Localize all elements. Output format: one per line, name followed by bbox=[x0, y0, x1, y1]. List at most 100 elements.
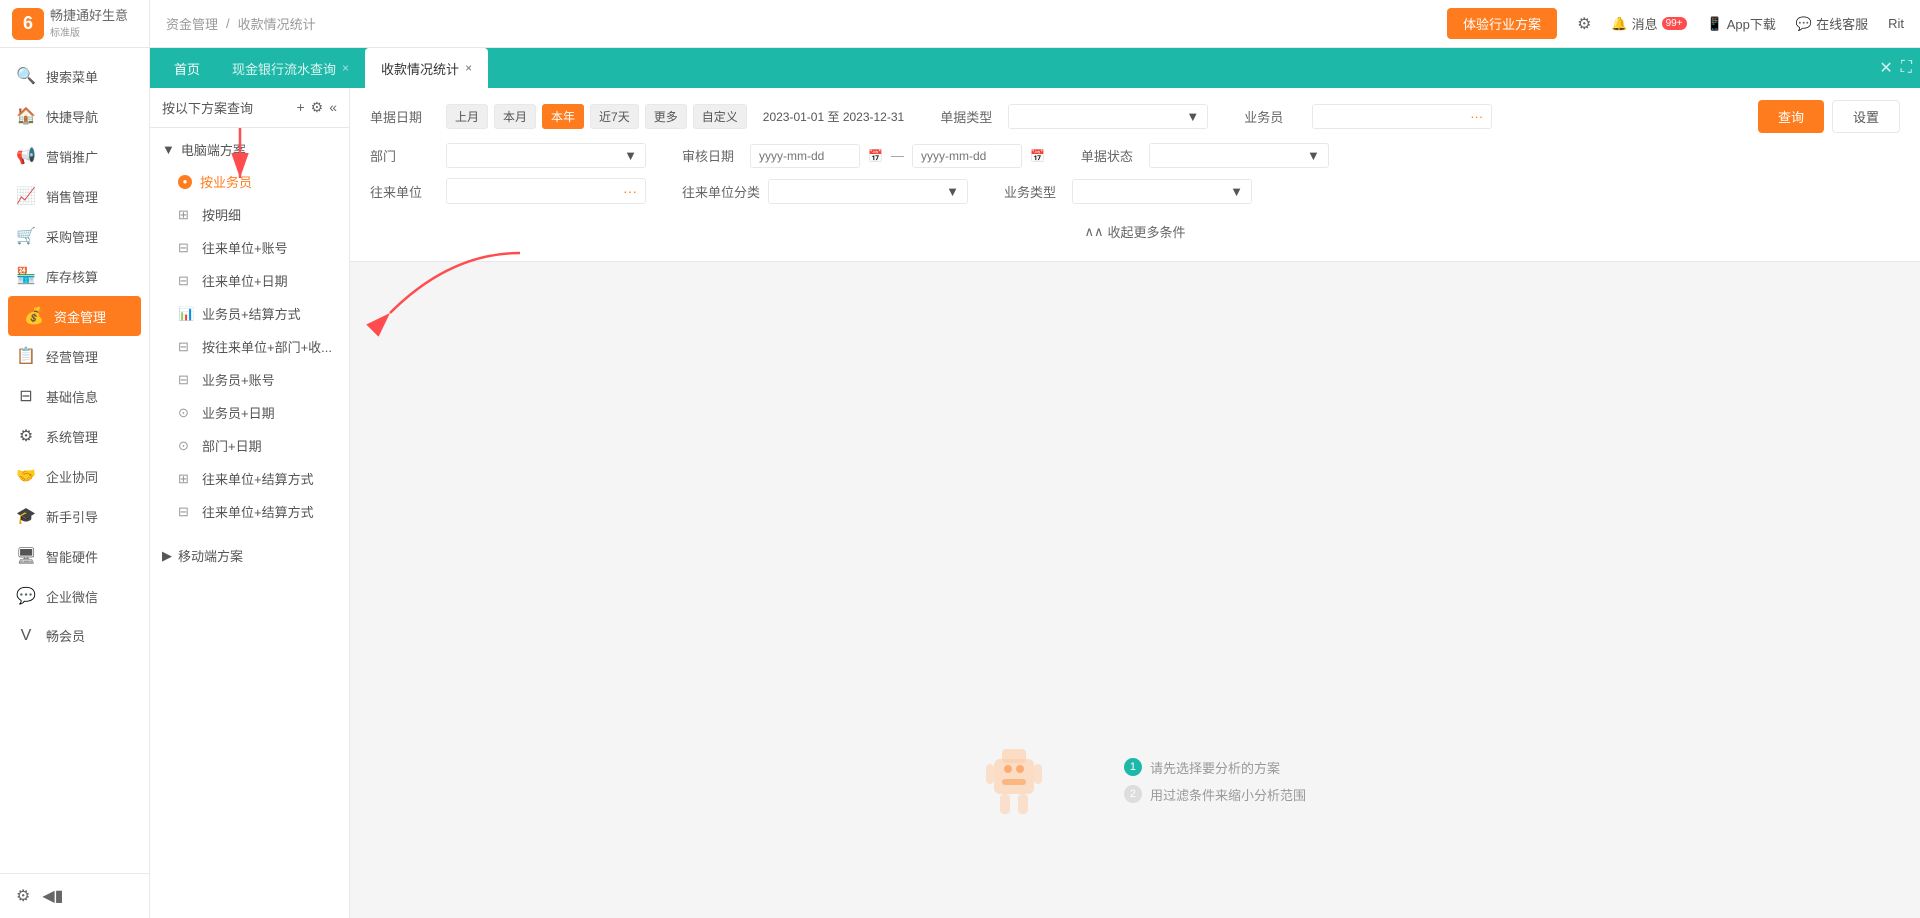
breadcrumb-item: 资金管理 bbox=[166, 14, 218, 33]
step-2-num: 2 bbox=[1124, 785, 1142, 803]
business-type-label: 业务类型 bbox=[1004, 182, 1064, 201]
tab-receipt-stats-close[interactable]: × bbox=[465, 61, 472, 75]
counterpart-settlement1-icon: ⊞ bbox=[178, 471, 194, 487]
sidebar-item-finance[interactable]: 💰 资金管理 bbox=[8, 296, 141, 336]
scheme-salesperson-account-label: 业务员+账号 bbox=[202, 370, 275, 389]
sidebar-item-search[interactable]: 🔍 搜索菜单 bbox=[0, 56, 149, 96]
counterpart-type-dropdown-icon: ▼ bbox=[946, 184, 959, 199]
desktop-group-header[interactable]: ▼ 电脑端方案 bbox=[150, 134, 349, 165]
sidebar-search-label: 搜索菜单 bbox=[46, 67, 98, 86]
scheme-by-salesperson[interactable]: ● 按业务员 bbox=[150, 165, 349, 198]
sidebar-inventory-label: 库存核算 bbox=[46, 267, 98, 286]
cal-icon-2: 📅 bbox=[1030, 149, 1045, 163]
sidebar-marketing-label: 营销推广 bbox=[46, 147, 98, 166]
collapse-sidebar-icon[interactable]: ◀▮ bbox=[42, 886, 63, 906]
service-icon: 💬 bbox=[1796, 16, 1812, 32]
tab-receipt-stats[interactable]: 收款情况统计 × bbox=[365, 48, 488, 88]
collapse-panel-icon[interactable]: « bbox=[329, 99, 337, 116]
mobile-group-header[interactable]: ▶ 移动端方案 bbox=[150, 540, 349, 571]
query-button[interactable]: 查询 bbox=[1758, 100, 1824, 133]
sidebar-sales-label: 销售管理 bbox=[46, 187, 98, 206]
window-close-icon[interactable]: ✕ bbox=[1879, 58, 1892, 78]
scheme-counterpart-settlement1[interactable]: ⊞ 往来单位+结算方式 bbox=[150, 462, 349, 495]
inventory-icon: 🏪 bbox=[16, 266, 36, 286]
scheme-counterpart-date[interactable]: ⊟ 往来单位+日期 bbox=[150, 264, 349, 297]
sidebar-item-purchase[interactable]: 🛒 采购管理 bbox=[0, 216, 149, 256]
sidebar-item-member[interactable]: V 畅会员 bbox=[0, 616, 149, 655]
date-btn-this-month[interactable]: 本月 bbox=[494, 104, 536, 129]
sidebar-item-hardware[interactable]: 🖥 智能硬件 bbox=[0, 536, 149, 576]
review-date-to[interactable] bbox=[912, 144, 1022, 168]
business-icon: 📋 bbox=[16, 346, 36, 366]
counterpart-select[interactable]: ··· bbox=[446, 178, 646, 204]
window-expand-icon[interactable]: ⛶ bbox=[1901, 59, 1912, 77]
scheme-salesperson-account[interactable]: ⊟ 业务员+账号 bbox=[150, 363, 349, 396]
date-btn-last-7[interactable]: 近7天 bbox=[590, 104, 639, 129]
scheme-counterpart-settlement1-label: 往来单位+结算方式 bbox=[202, 469, 314, 488]
settings-scheme-icon[interactable]: ⚙ bbox=[311, 99, 324, 116]
doc-status-select[interactable]: ▼ bbox=[1149, 143, 1329, 168]
trial-button[interactable]: 体验行业方案 bbox=[1447, 8, 1557, 39]
empty-state: 1 请先选择要分析的方案 2 用过滤条件来缩小分析范围 bbox=[1124, 758, 1306, 804]
date-btn-this-year[interactable]: 本年 bbox=[542, 104, 584, 129]
sidebar-enterprise-label: 企业协同 bbox=[46, 467, 98, 486]
sidebar-business-label: 经营管理 bbox=[46, 347, 98, 366]
counterpart-label: 往来单位 bbox=[370, 182, 430, 201]
business-type-dropdown-icon: ▼ bbox=[1230, 184, 1243, 199]
tab-bank-flow[interactable]: 现金银行流水查询 × bbox=[216, 48, 365, 88]
collapse-filter-btn[interactable]: ∧∧ 收起更多条件 bbox=[370, 214, 1900, 249]
sidebar-item-sales[interactable]: 📈 销售管理 bbox=[0, 176, 149, 216]
scheme-counterpart-settlement2-label: 往来单位+结算方式 bbox=[202, 502, 314, 521]
counterpart-type-select[interactable]: ▼ bbox=[768, 179, 968, 204]
scheme-counterpart-dept[interactable]: ⊟ 按往来单位+部门+收... bbox=[150, 330, 349, 363]
doc-type-select[interactable]: ▼ bbox=[1008, 104, 1208, 129]
left-scheme-panel: 按以下方案查询 + ⚙ « bbox=[150, 88, 350, 918]
review-date-label: 审核日期 bbox=[682, 146, 742, 165]
doc-status-dropdown-icon: ▼ bbox=[1307, 148, 1320, 163]
scheme-counterpart-dept-label: 按往来单位+部门+收... bbox=[202, 337, 332, 356]
doc-type-dropdown-icon: ▼ bbox=[1186, 109, 1199, 124]
scheme-by-detail[interactable]: ⊞ 按明细 bbox=[150, 198, 349, 231]
scheme-salesperson-date[interactable]: ⊙ 业务员+日期 bbox=[150, 396, 349, 429]
date-btn-more[interactable]: 更多 bbox=[645, 104, 687, 129]
settings-icon[interactable]: ⚙ bbox=[1577, 14, 1591, 34]
add-scheme-icon[interactable]: + bbox=[296, 99, 304, 116]
sidebar-item-basicinfo[interactable]: ⊟ 基础信息 bbox=[0, 376, 149, 416]
salesperson-select[interactable]: ··· bbox=[1312, 104, 1492, 129]
scheme-counterpart-account-label: 往来单位+账号 bbox=[202, 238, 288, 257]
sidebar-item-enterprise[interactable]: 🤝 企业协同 bbox=[0, 456, 149, 496]
sidebar-item-marketing[interactable]: 📢 营销推广 bbox=[0, 136, 149, 176]
mobile-group-label: 移动端方案 bbox=[178, 546, 243, 565]
user-avatar[interactable]: Rit bbox=[1888, 16, 1904, 31]
step-2-text: 用过滤条件来缩小分析范围 bbox=[1150, 785, 1306, 804]
settings-button[interactable]: 设置 bbox=[1832, 100, 1900, 133]
date-btn-custom[interactable]: 自定义 bbox=[693, 104, 747, 129]
dept-select[interactable]: ▼ bbox=[446, 143, 646, 168]
settings-bottom-icon[interactable]: ⚙ bbox=[16, 886, 30, 906]
notification-btn[interactable]: 🔔 消息 99+ bbox=[1611, 14, 1686, 33]
salesperson-account-icon: ⊟ bbox=[178, 372, 194, 388]
empty-robot-icon bbox=[964, 729, 1064, 829]
date-options-group: 上月 本月 本年 近7天 更多 自定义 bbox=[446, 104, 747, 129]
salesperson-scheme-icon: ● bbox=[178, 175, 192, 189]
tab-bank-flow-close[interactable]: × bbox=[342, 61, 349, 75]
sidebar-item-system[interactable]: ⚙ 系统管理 bbox=[0, 416, 149, 456]
app-download-btn[interactable]: 📱 App下载 bbox=[1707, 14, 1776, 33]
sidebar-item-wechat[interactable]: 💬 企业微信 bbox=[0, 576, 149, 616]
detail-scheme-icon: ⊞ bbox=[178, 207, 194, 223]
business-type-select[interactable]: ▼ bbox=[1072, 179, 1252, 204]
scheme-dept-date[interactable]: ⊙ 部门+日期 bbox=[150, 429, 349, 462]
scheme-panel-title: 按以下方案查询 bbox=[162, 98, 253, 117]
sidebar-item-guide[interactable]: 🎓 新手引导 bbox=[0, 496, 149, 536]
review-date-from[interactable] bbox=[750, 144, 860, 168]
sidebar-item-quicknav[interactable]: 🏠 快捷导航 bbox=[0, 96, 149, 136]
scheme-counterpart-settlement2[interactable]: ⊟ 往来单位+结算方式 bbox=[150, 495, 349, 528]
sidebar-item-inventory[interactable]: 🏪 库存核算 bbox=[0, 256, 149, 296]
tab-home[interactable]: 首页 bbox=[158, 48, 216, 88]
sidebar-basicinfo-label: 基础信息 bbox=[46, 387, 98, 406]
scheme-counterpart-account[interactable]: ⊟ 往来单位+账号 bbox=[150, 231, 349, 264]
date-btn-last-month[interactable]: 上月 bbox=[446, 104, 488, 129]
sidebar-item-business[interactable]: 📋 经营管理 bbox=[0, 336, 149, 376]
online-service-btn[interactable]: 💬 在线客服 bbox=[1796, 14, 1868, 33]
scheme-salesperson-payment[interactable]: 📊 业务员+结算方式 bbox=[150, 297, 349, 330]
